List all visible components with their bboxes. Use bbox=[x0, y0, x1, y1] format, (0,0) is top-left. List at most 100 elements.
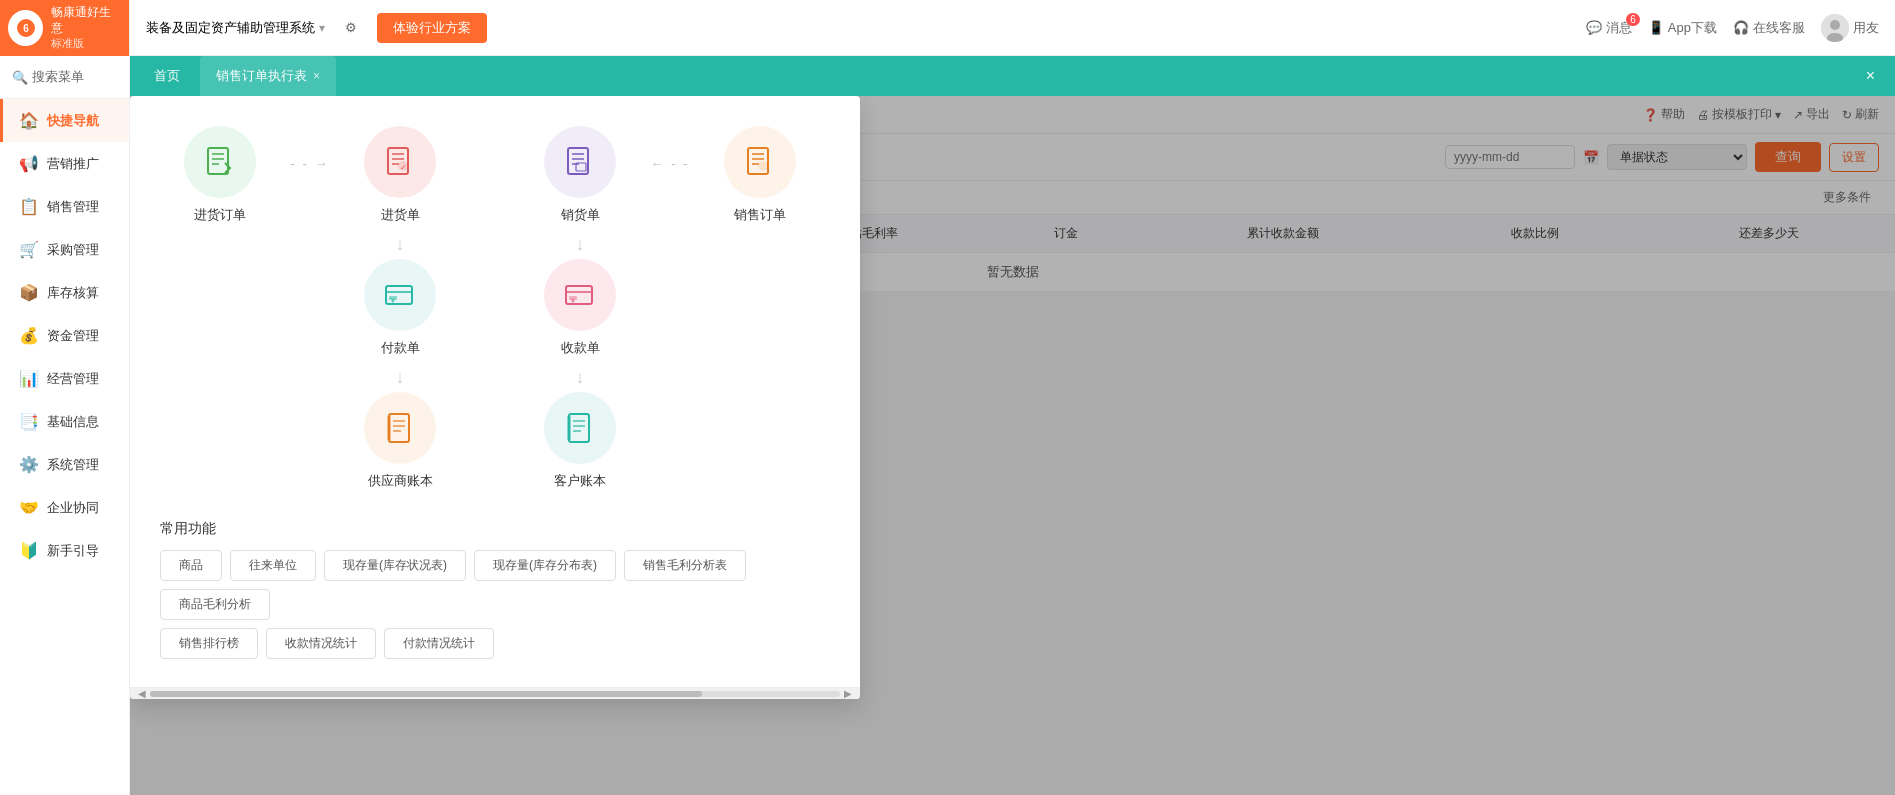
purchase-icon: ✓ bbox=[364, 126, 436, 198]
svg-point-24 bbox=[758, 161, 768, 171]
sidebar-item-sales[interactable]: 📋 销售管理 bbox=[0, 185, 129, 228]
flow-item-supplier-ledger[interactable]: 供应商账本 bbox=[340, 392, 460, 490]
tab-close-icon[interactable]: × bbox=[313, 69, 320, 83]
logo-text: 畅康通好生意 标准版 bbox=[51, 5, 121, 50]
download-icon: 📱 bbox=[1648, 20, 1664, 35]
experience-btn[interactable]: 体验行业方案 bbox=[377, 13, 487, 43]
flow-item-purchase-order[interactable]: 进货订单 bbox=[160, 126, 280, 224]
operations-icon: 📊 bbox=[19, 369, 39, 388]
arrow-sales-order-to-sales: ← - - bbox=[640, 156, 700, 195]
inventory-icon: 📦 bbox=[19, 283, 39, 302]
receipt-icon: ¥ bbox=[544, 259, 616, 331]
tab-home[interactable]: 首页 bbox=[138, 56, 196, 96]
system-title-dropdown[interactable]: 装备及固定资产辅助管理系统 ▾ bbox=[146, 19, 325, 37]
user-menu[interactable]: 用友 bbox=[1821, 14, 1879, 42]
sidebar-item-marketing[interactable]: 📢 营销推广 bbox=[0, 142, 129, 185]
topbar-right: 💬 消息 6 📱 App下载 🎧 在线客服 bbox=[1586, 14, 1879, 42]
sales-order-icon bbox=[724, 126, 796, 198]
svg-text:¥: ¥ bbox=[571, 297, 575, 304]
tab-bar: 首页 销售订单执行表 × × bbox=[130, 56, 1895, 96]
down-arrow-payment: ↓ bbox=[340, 367, 460, 388]
settings-icon[interactable]: ⚙ bbox=[337, 14, 365, 42]
logo-icon: 6 bbox=[8, 10, 43, 46]
sidebar-item-finance[interactable]: 💰 资金管理 bbox=[0, 314, 129, 357]
sales-icon: 📋 bbox=[19, 197, 39, 216]
sidebar: 6 畅康通好生意 标准版 🔍 搜索菜单 🏠 快捷导航 📢 营销推广 bbox=[0, 0, 130, 795]
flow-item-sales[interactable]: 销货单 bbox=[520, 126, 640, 224]
sidebar-item-purchase[interactable]: 🛒 采购管理 bbox=[0, 228, 129, 271]
sidebar-item-enterprise[interactable]: 🤝 企业协同 bbox=[0, 486, 129, 529]
page-content: ❓ 帮助 🖨 按模板打印 ▾ ↗ 导出 ↻ 刷新 bbox=[130, 96, 1895, 795]
purchase-order-icon bbox=[184, 126, 256, 198]
sidebar-item-basic-info[interactable]: 📑 基础信息 bbox=[0, 400, 129, 443]
common-section: 常用功能 商品 往来单位 现存量(库存状况表) 现存量(库存分布表) 销售毛利分… bbox=[130, 520, 860, 687]
svg-rect-39 bbox=[567, 416, 571, 440]
svg-rect-34 bbox=[387, 416, 391, 440]
btn-goods[interactable]: 商品 bbox=[160, 550, 222, 581]
message-icon: 💬 bbox=[1586, 20, 1602, 35]
flow-item-purchase[interactable]: ✓ 进货单 bbox=[340, 126, 460, 224]
svg-rect-25 bbox=[386, 286, 412, 304]
basic-info-icon: 📑 bbox=[19, 412, 39, 431]
app-download-btn[interactable]: 📱 App下载 bbox=[1648, 19, 1717, 37]
avatar bbox=[1821, 14, 1849, 42]
tab-sales-order[interactable]: 销售订单执行表 × bbox=[200, 56, 336, 96]
flow-item-sales-order[interactable]: 销售订单 bbox=[700, 126, 820, 224]
sidebar-item-system[interactable]: ⚙️ 系统管理 bbox=[0, 443, 129, 486]
flow-item-customer-ledger[interactable]: 客户账本 bbox=[520, 392, 640, 490]
main-content: 装备及固定资产辅助管理系统 ▾ ⚙ 体验行业方案 💬 消息 6 📱 App下载 … bbox=[130, 0, 1895, 795]
window-close-icon[interactable]: × bbox=[1854, 67, 1887, 85]
popup-overlay[interactable]: 进货订单 - - → bbox=[130, 96, 1895, 795]
sidebar-item-newbie[interactable]: 🔰 新手引导 bbox=[0, 529, 129, 572]
sidebar-logo: 6 畅康通好生意 标准版 bbox=[0, 0, 129, 56]
customer-ledger-icon bbox=[544, 392, 616, 464]
flow-item-payment[interactable]: ¥ 付款单 bbox=[340, 259, 460, 357]
btn-goods-profit[interactable]: 商品毛利分析 bbox=[160, 589, 270, 620]
svg-rect-38 bbox=[569, 414, 589, 442]
scrollbar-thumb[interactable] bbox=[150, 691, 702, 697]
btn-stock-status[interactable]: 现存量(库存状况表) bbox=[324, 550, 466, 581]
flow-item-receipt[interactable]: ¥ 收款单 bbox=[520, 259, 640, 357]
home-icon: 🏠 bbox=[19, 111, 39, 130]
popup-scrollbar[interactable]: ◀ ▶ bbox=[130, 687, 860, 699]
topbar: 装备及固定资产辅助管理系统 ▾ ⚙ 体验行业方案 💬 消息 6 📱 App下载 … bbox=[130, 0, 1895, 56]
flow-section: 进货订单 - - → bbox=[130, 96, 860, 520]
btn-sales-profit[interactable]: 销售毛利分析表 bbox=[624, 550, 746, 581]
svg-rect-5 bbox=[208, 148, 228, 174]
spacer-arr1 bbox=[280, 234, 340, 255]
btn-contacts[interactable]: 往来单位 bbox=[230, 550, 316, 581]
payment-icon: ¥ bbox=[364, 259, 436, 331]
down-arrow-purchase: ↓ bbox=[340, 234, 460, 255]
btn-stock-dist[interactable]: 现存量(库存分布表) bbox=[474, 550, 616, 581]
enterprise-icon: 🤝 bbox=[19, 498, 39, 517]
sidebar-item-quick-nav[interactable]: 🏠 快捷导航 bbox=[0, 99, 129, 142]
btn-receipt-stats[interactable]: 收款情况统计 bbox=[266, 628, 376, 659]
sidebar-item-inventory[interactable]: 📦 库存核算 bbox=[0, 271, 129, 314]
flow-row-1: 进货订单 - - → bbox=[160, 126, 830, 224]
scroll-left-icon[interactable]: ◀ bbox=[134, 688, 150, 699]
spacer6 bbox=[280, 367, 340, 388]
svg-rect-33 bbox=[389, 414, 409, 442]
down-arrow-sales: ↓ bbox=[520, 234, 640, 255]
sidebar-search[interactable]: 🔍 搜索菜单 bbox=[0, 56, 129, 99]
message-btn[interactable]: 💬 消息 6 bbox=[1586, 19, 1632, 37]
svg-point-3 bbox=[1830, 20, 1840, 30]
flow-row-3: 供应商账本 bbox=[160, 392, 830, 490]
service-icon: 🎧 bbox=[1733, 20, 1749, 35]
system-title: 装备及固定资产辅助管理系统 bbox=[146, 19, 315, 37]
finance-icon: 💰 bbox=[19, 326, 39, 345]
svg-text:6: 6 bbox=[23, 23, 29, 34]
online-service-btn[interactable]: 🎧 在线客服 bbox=[1733, 19, 1805, 37]
scroll-right-icon[interactable]: ▶ bbox=[840, 688, 856, 699]
chevron-down-icon: ▾ bbox=[319, 21, 325, 35]
common-title: 常用功能 bbox=[160, 520, 830, 538]
scrollbar-track[interactable] bbox=[150, 691, 840, 697]
btn-payment-stats[interactable]: 付款情况统计 bbox=[384, 628, 494, 659]
system-icon: ⚙️ bbox=[19, 455, 39, 474]
spacer-arr2 bbox=[460, 234, 520, 255]
search-button[interactable]: 🔍 搜索菜单 bbox=[8, 64, 121, 90]
sidebar-item-operations[interactable]: 📊 经营管理 bbox=[0, 357, 129, 400]
btn-sales-ranking[interactable]: 销售排行榜 bbox=[160, 628, 258, 659]
down-arrow-receipt: ↓ bbox=[520, 367, 640, 388]
common-btns-row2: 销售排行榜 收款情况统计 付款情况统计 bbox=[160, 628, 830, 659]
